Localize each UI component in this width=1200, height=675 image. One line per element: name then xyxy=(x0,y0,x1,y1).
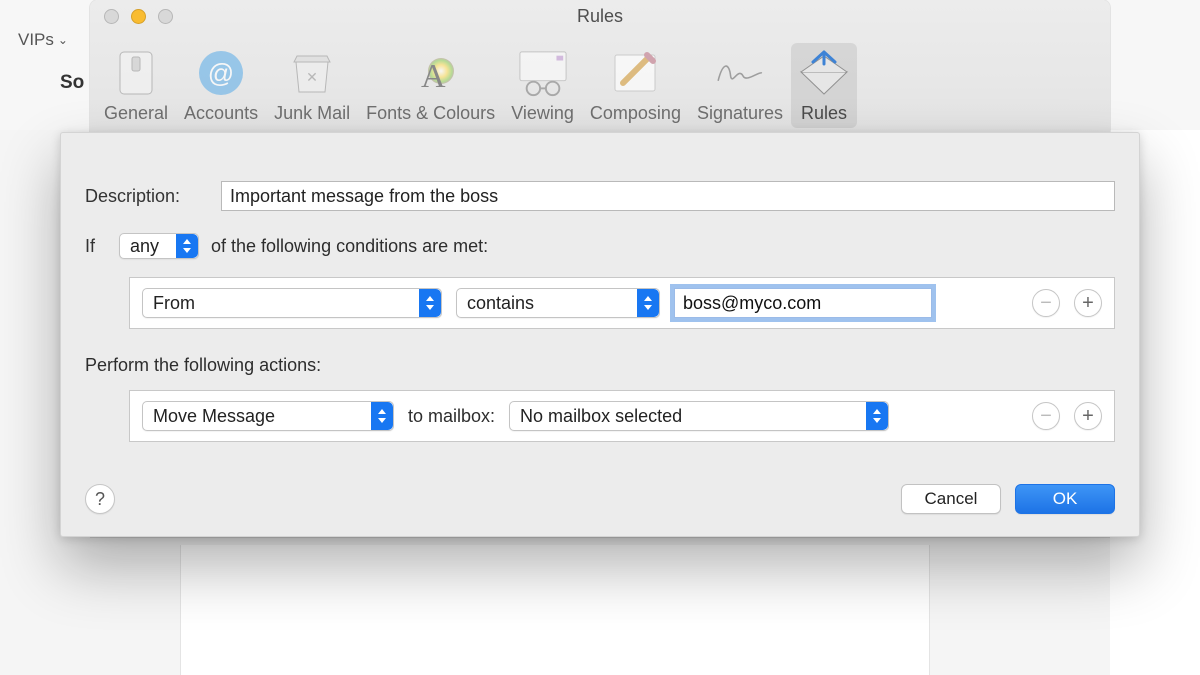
tab-label: Rules xyxy=(801,103,847,124)
select-stepper-icon xyxy=(419,289,441,317)
prefs-rules-list-area xyxy=(180,545,930,675)
tab-accounts[interactable]: @ Accounts xyxy=(176,43,266,128)
select-stepper-icon xyxy=(866,402,888,430)
tab-label: Viewing xyxy=(511,103,574,124)
chevron-down-icon: ⌄ xyxy=(58,33,68,47)
rules-icon xyxy=(799,47,849,99)
description-input[interactable] xyxy=(221,181,1115,211)
condition-field-value: From xyxy=(153,293,195,314)
minus-icon: − xyxy=(1040,293,1052,313)
tab-signatures[interactable]: Signatures xyxy=(689,43,791,128)
condition-operator-select[interactable]: contains xyxy=(456,288,660,318)
match-mode-value: any xyxy=(130,236,159,257)
condition-value-input[interactable] xyxy=(674,288,932,318)
vips-dropdown[interactable]: VIPs ⌄ xyxy=(18,30,68,50)
tab-rules[interactable]: Rules xyxy=(791,43,857,128)
tab-fonts-colours[interactable]: A Fonts & Colours xyxy=(358,43,503,128)
condition-field-select[interactable]: From xyxy=(142,288,442,318)
select-stepper-icon xyxy=(176,234,198,258)
preferences-toolbar: General @ Accounts ✕ Junk Mail A Fonts &… xyxy=(90,34,1110,132)
match-mode-select[interactable]: any xyxy=(119,233,199,259)
tab-composing[interactable]: Composing xyxy=(582,43,689,128)
action-mailbox-value: No mailbox selected xyxy=(520,406,682,427)
select-stepper-icon xyxy=(371,402,393,430)
to-mailbox-label: to mailbox: xyxy=(408,406,495,427)
remove-action-button[interactable]: − xyxy=(1032,402,1060,430)
rule-editor-sheet: Description: If any of the following con… xyxy=(60,132,1140,537)
window-title: Rules xyxy=(90,6,1110,27)
condition-row: From contains − + xyxy=(129,277,1115,329)
ok-button[interactable]: OK xyxy=(1015,484,1115,514)
tab-label: Accounts xyxy=(184,103,258,124)
minus-icon: − xyxy=(1040,406,1052,426)
svg-text:✕: ✕ xyxy=(306,69,318,85)
tab-viewing[interactable]: Viewing xyxy=(503,43,582,128)
svg-text:A: A xyxy=(421,58,446,95)
remove-condition-button[interactable]: − xyxy=(1032,289,1060,317)
viewing-icon xyxy=(518,47,568,99)
junk-mail-icon: ✕ xyxy=(287,47,337,99)
select-stepper-icon xyxy=(637,289,659,317)
tab-label: Fonts & Colours xyxy=(366,103,495,124)
tab-junk-mail[interactable]: ✕ Junk Mail xyxy=(266,43,358,128)
vips-label: VIPs xyxy=(18,30,54,50)
preferences-window: Rules General @ Accounts ✕ Junk Mail xyxy=(90,0,1110,132)
condition-operator-value: contains xyxy=(467,293,534,314)
action-mailbox-select[interactable]: No mailbox selected xyxy=(509,401,889,431)
description-label: Description: xyxy=(85,186,221,207)
fonts-colours-icon: A xyxy=(406,47,456,99)
accounts-icon: @ xyxy=(196,47,246,99)
tab-label: Signatures xyxy=(697,103,783,124)
action-type-value: Move Message xyxy=(153,406,275,427)
general-icon xyxy=(111,47,161,99)
tab-label: Junk Mail xyxy=(274,103,350,124)
add-condition-button[interactable]: + xyxy=(1074,289,1102,317)
sort-label-fragment: So xyxy=(60,72,84,94)
if-label: If xyxy=(85,236,119,257)
plus-icon: + xyxy=(1082,406,1094,426)
tab-label: General xyxy=(104,103,168,124)
action-row: Move Message to mailbox: No mailbox sele… xyxy=(129,390,1115,442)
help-icon: ? xyxy=(95,489,105,510)
tab-label: Composing xyxy=(590,103,681,124)
action-type-select[interactable]: Move Message xyxy=(142,401,394,431)
cancel-button[interactable]: Cancel xyxy=(901,484,1001,514)
if-suffix: of the following conditions are met: xyxy=(211,236,488,257)
plus-icon: + xyxy=(1082,293,1094,313)
signatures-icon xyxy=(715,47,765,99)
svg-text:@: @ xyxy=(208,58,234,88)
composing-icon xyxy=(610,47,660,99)
add-action-button[interactable]: + xyxy=(1074,402,1102,430)
help-button[interactable]: ? xyxy=(85,484,115,514)
actions-heading: Perform the following actions: xyxy=(85,355,1115,376)
tab-general[interactable]: General xyxy=(96,43,176,128)
